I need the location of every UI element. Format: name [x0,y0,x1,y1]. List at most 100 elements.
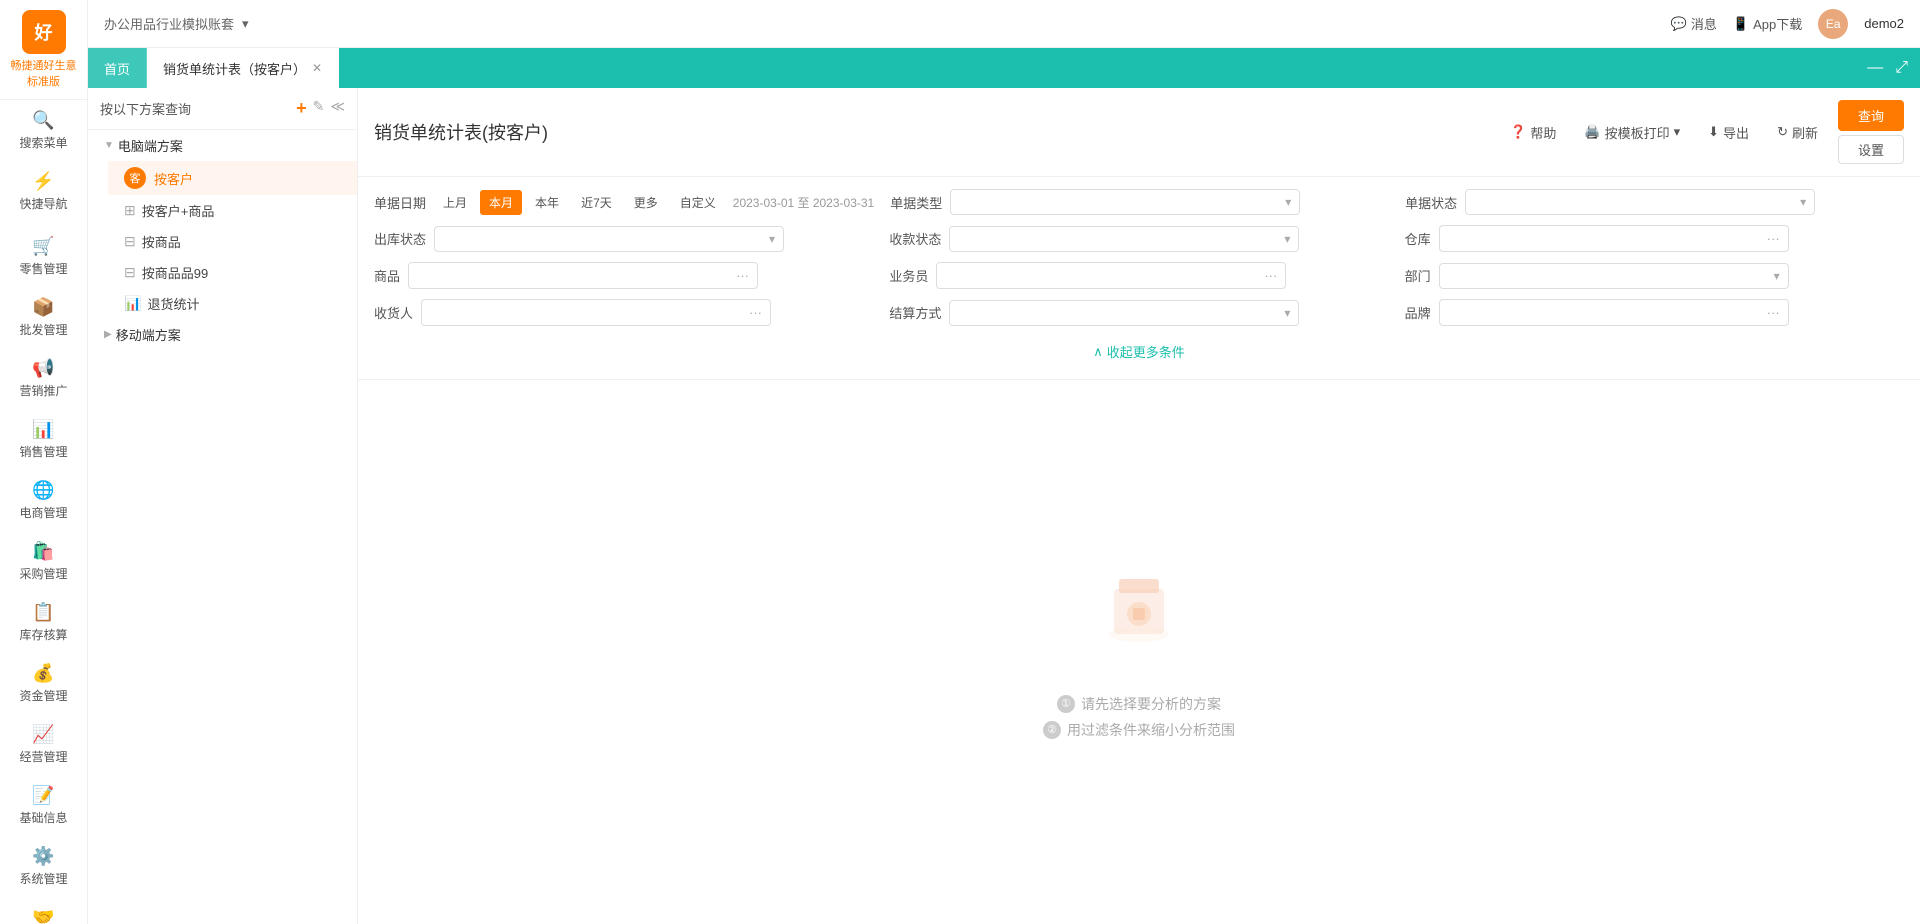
date-btn-more[interactable]: 更多 [625,190,667,215]
sidebar-item-purchase[interactable]: 🛍️ 采购管理 [0,531,87,592]
goods-dots[interactable]: ··· [736,268,749,283]
table-icon: ⊟ [124,233,136,250]
sidebar-item-quick-nav[interactable]: ⚡ 快捷导航 [0,161,87,222]
sidebar-item-basics[interactable]: 📝 基础信息 [0,775,87,836]
receiver-select[interactable]: ··· [421,299,771,326]
settings-button[interactable]: 设置 [1838,135,1904,164]
date-btn-last-month[interactable]: 上月 [434,190,476,215]
tab-report[interactable]: 销货单统计表（按客户） ✕ [147,48,339,88]
query-button[interactable]: 查询 [1838,100,1904,131]
sidebar-item-inventory[interactable]: 📋 库存核算 [0,592,87,653]
right-panel: 销货单统计表(按客户) ❓ 帮助 🖨️ 按模板打印 ▾ ⬇ 导出 [358,88,1920,924]
industry-title: 办公用品行业模拟账套 [104,14,234,33]
salesperson-select[interactable]: ··· [936,262,1286,289]
sidebar-item-sales[interactable]: 📊 销售管理 [0,409,87,470]
tree-item-return[interactable]: 📊 退货统计 [108,288,357,319]
main-area: 办公用品行业模拟账套 ▾ 💬 消息 📱 App下载 Ea demo2 首页 销货… [88,0,1920,924]
receiver-dots[interactable]: ··· [749,305,762,320]
hint-1: ① 请先选择要分析的方案 [1057,694,1221,714]
sidebar-item-ecommerce[interactable]: 🌐 电商管理 [0,470,87,531]
nav-sidebar: 好 畅捷通好生意 标准版 🔍 搜索菜单 ⚡ 快捷导航 🛒 零售管理 📦 批发管理… [0,0,88,924]
left-panel-title: 按以下方案查询 [100,99,288,118]
sidebar-item-system[interactable]: ⚙️ 系统管理 [0,836,87,897]
goods-select[interactable]: ··· [408,262,758,289]
sidebar-item-wholesale[interactable]: 📦 批发管理 [0,287,87,348]
print-dropdown-icon[interactable]: ▾ [1674,124,1681,140]
finance-icon: 💰 [32,663,54,684]
refresh-btn[interactable]: ↻ 刷新 [1769,119,1826,146]
collapse-panel-icon[interactable]: ≪ [330,98,345,119]
industry-dropdown-icon[interactable]: ▾ [242,16,249,32]
sidebar-item-enterprise[interactable]: 🤝 企业协同 [0,897,87,924]
tree-item-by-goods-99[interactable]: ⊟ 按商品品99 [108,257,357,288]
collect-chevron: ▾ [1284,232,1290,246]
settle-label: 结算方式 [889,303,941,322]
tree-section-desktop[interactable]: ▼ 电脑端方案 [88,130,357,161]
collect-status-select[interactable]: ▾ [949,226,1299,252]
brand-select[interactable]: ··· [1439,299,1789,326]
date-filter: 上月 本月 本年 近7天 更多 自定义 2023-03-01 至 2023-03… [434,190,874,215]
receiver-label: 收货人 [374,303,413,322]
brand-label: 品牌 [1405,303,1431,322]
tree-item-by-customer[interactable]: 客 按客户 [108,161,357,195]
active-indicator: 客 [124,167,146,189]
sidebar-item-marketing[interactable]: 📢 营销推广 [0,348,87,409]
dept-select[interactable]: ▾ [1439,263,1789,289]
date-btn-7days[interactable]: 近7天 [572,190,621,215]
app-download-btn[interactable]: 📱 App下载 [1733,14,1802,33]
sidebar-item-retail[interactable]: 🛒 零售管理 [0,226,87,287]
filter-row-3: 商品 ··· 业务员 ··· 部门 [374,262,1904,289]
tree-item-by-goods[interactable]: ⊟ 按商品 [108,226,357,257]
settle-chevron: ▾ [1284,306,1290,320]
tree-arrow-desktop: ▼ [104,140,114,151]
sidebar-item-finance[interactable]: 💰 资金管理 [0,653,87,714]
ecommerce-icon: 🌐 [32,480,54,501]
filter-out-status: 出库状态 ▾ [374,226,873,252]
message-btn[interactable]: 💬 消息 [1671,14,1717,33]
enterprise-icon: 🤝 [32,907,54,924]
warehouse-dots[interactable]: ··· [1767,231,1780,246]
status-select[interactable]: ▾ [1465,189,1815,215]
type-label: 单据类型 [890,193,942,212]
collapse-more-btn[interactable]: ∧ 收起更多条件 [374,336,1904,367]
hint-num-2: ② [1043,721,1061,739]
filter-brand: 品牌 ··· [1405,299,1904,326]
out-status-select[interactable]: ▾ [434,226,784,252]
tree-desktop-children: 客 按客户 ⊞ 按客户+商品 ⊟ 按商品 ⊟ 按商品品99 📊 退货统计 [88,161,357,319]
tab-minimize-icon[interactable]: — [1863,55,1887,81]
tab-close-icon[interactable]: ✕ [312,61,322,75]
warehouse-select[interactable]: ··· [1439,225,1789,252]
settle-select[interactable]: ▾ [949,300,1299,326]
tab-maximize-icon[interactable]: ⤢ [1891,55,1912,81]
add-scheme-btn[interactable]: + [296,98,307,119]
user-avatar[interactable]: Ea [1818,9,1848,39]
sidebar-item-search-menu[interactable]: 🔍 搜索菜单 [0,100,87,161]
out-status-label: 出库状态 [374,229,426,248]
type-select[interactable]: ▾ [950,189,1300,215]
status-chevron: ▾ [1800,195,1806,209]
brand-dots[interactable]: ··· [1767,305,1780,320]
help-btn[interactable]: ❓ 帮助 [1502,119,1564,146]
tree-arrow-mobile: ▶ [104,329,112,340]
refresh-icon: ↻ [1777,124,1788,140]
edit-scheme-icon[interactable]: ✎ [313,98,325,119]
quick-nav-icon: ⚡ [32,171,54,192]
tree-section-mobile[interactable]: ▶ 移动端方案 [88,319,357,350]
right-action-group: 查询 设置 [1838,100,1904,164]
header-left: 办公用品行业模拟账套 ▾ [104,14,249,33]
date-btn-custom[interactable]: 自定义 [671,190,725,215]
tab-home[interactable]: 首页 [88,48,147,88]
salesperson-dots[interactable]: ··· [1264,268,1277,283]
filter-collect-status: 收款状态 ▾ [889,226,1388,252]
tree-item-by-customer-goods[interactable]: ⊞ 按客户+商品 [108,195,357,226]
search-menu-icon: 🔍 [32,110,54,131]
print-btn[interactable]: 🖨️ 按模板打印 ▾ [1576,119,1688,146]
export-btn[interactable]: ⬇ 导出 [1700,119,1757,146]
sidebar-item-operations[interactable]: 📈 经营管理 [0,714,87,775]
header-right: 💬 消息 📱 App下载 Ea demo2 [1671,9,1904,39]
date-btn-this-month[interactable]: 本月 [480,190,522,215]
goods-label: 商品 [374,266,400,285]
date-btn-this-year[interactable]: 本年 [526,190,568,215]
page-actions: ❓ 帮助 🖨️ 按模板打印 ▾ ⬇ 导出 ↻ 刷新 [1502,100,1904,164]
dept-label: 部门 [1405,266,1431,285]
